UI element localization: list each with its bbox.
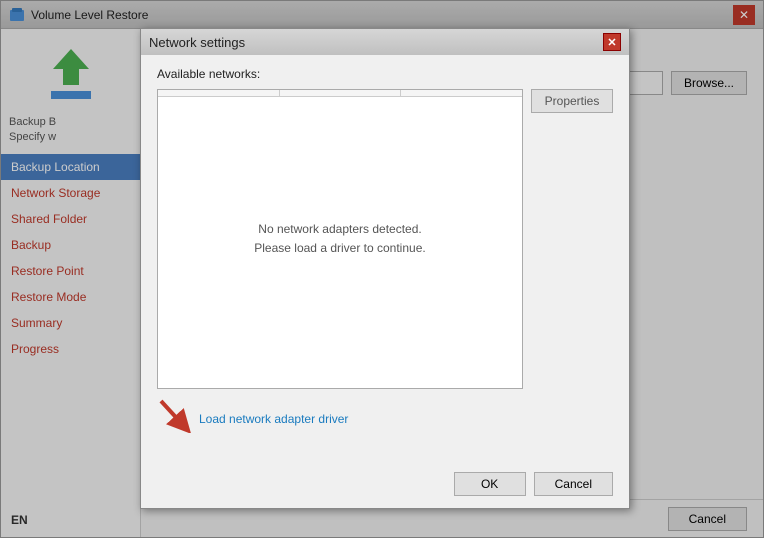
modal-body: Available networks: No network adapters … xyxy=(141,55,629,464)
load-driver-link[interactable]: Load network adapter driver xyxy=(199,412,348,426)
networks-container: No network adapters detected. Please loa… xyxy=(157,89,613,389)
network-settings-dialog: Network settings ✕ Available networks: N… xyxy=(140,28,630,509)
arrow-icon xyxy=(157,397,193,440)
modal-titlebar: Network settings ✕ xyxy=(141,29,629,55)
modal-ok-button[interactable]: OK xyxy=(454,472,526,496)
network-col-2 xyxy=(280,90,402,96)
available-networks-label: Available networks: xyxy=(157,67,613,81)
network-col-1 xyxy=(158,90,280,96)
network-list-header xyxy=(158,90,522,97)
modal-title: Network settings xyxy=(149,35,603,50)
network-empty-message: No network adapters detected. Please loa… xyxy=(240,220,440,258)
network-list: No network adapters detected. Please loa… xyxy=(157,89,523,389)
load-driver-section: Load network adapter driver xyxy=(157,397,613,440)
network-col-3 xyxy=(401,90,522,96)
modal-footer: OK Cancel xyxy=(141,464,629,508)
properties-button[interactable]: Properties xyxy=(531,89,613,113)
modal-cancel-button[interactable]: Cancel xyxy=(534,472,613,496)
network-side-panel: Properties xyxy=(523,89,613,389)
modal-close-button[interactable]: ✕ xyxy=(603,33,621,51)
